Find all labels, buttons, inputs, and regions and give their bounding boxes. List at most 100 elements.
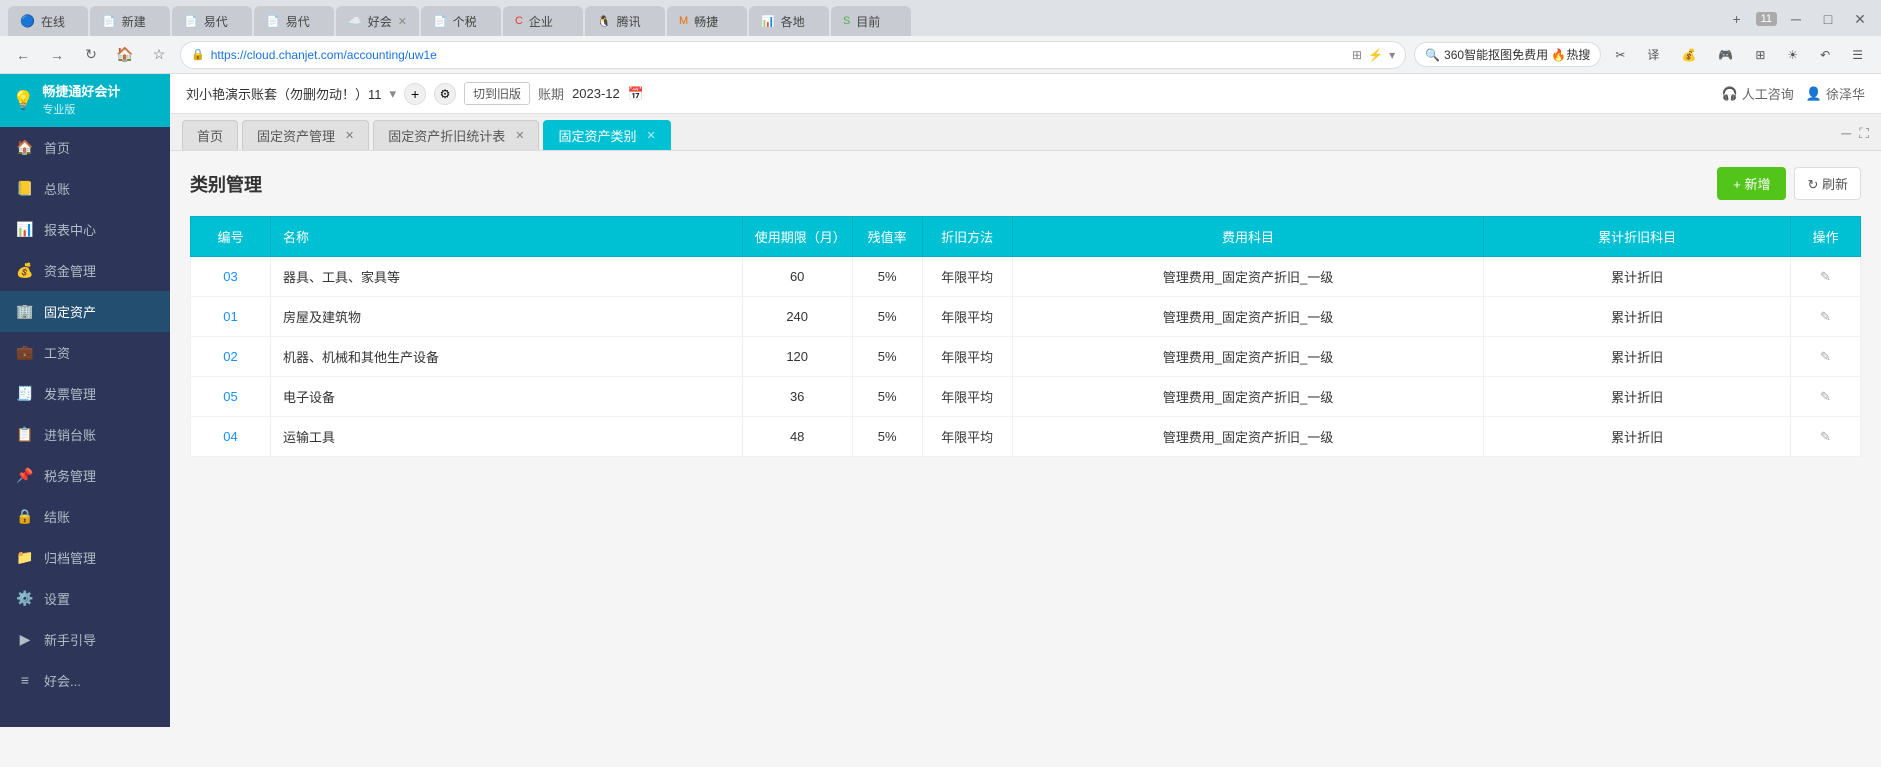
- sidebar-item-guide-label: 新手引导: [44, 630, 96, 649]
- tab-home[interactable]: 首页: [182, 120, 238, 150]
- user-profile-button[interactable]: 👤 徐泽华: [1806, 84, 1865, 103]
- row2-edit-icon[interactable]: ✎: [1820, 309, 1831, 324]
- bookmark-button[interactable]: ☆: [146, 42, 172, 68]
- grid-tool[interactable]: ⊞: [1747, 45, 1773, 65]
- brightness-tool[interactable]: ☀: [1779, 45, 1806, 65]
- close-window-button[interactable]: ✕: [1847, 6, 1873, 32]
- browser-tab-gedi[interactable]: 📊 各地: [749, 6, 829, 36]
- forward-button[interactable]: →: [44, 42, 70, 68]
- row1-edit-icon[interactable]: ✎: [1820, 269, 1831, 284]
- row5-residual: 5%: [852, 417, 922, 457]
- tab-depreciation-stats-close[interactable]: ✕: [515, 129, 524, 142]
- wallet-tool[interactable]: 💰: [1673, 45, 1704, 65]
- address-dropdown-icon[interactable]: ▾: [1389, 48, 1395, 62]
- browser-tab-tencent[interactable]: 🐧 腾讯: [585, 6, 665, 36]
- browser-tab-haohui-close[interactable]: ✕: [398, 15, 407, 28]
- settings-gear-button[interactable]: ⚙: [434, 83, 456, 105]
- tab-fixed-asset-category-close[interactable]: ✕: [647, 129, 656, 142]
- search-box[interactable]: 🔍 360智能抠图免费用 🔥热搜: [1414, 42, 1601, 67]
- row2-expense: 管理费用_固定资产折旧_一级: [1012, 297, 1484, 337]
- sidebar-item-reports[interactable]: 📊 报表中心: [0, 209, 170, 250]
- row3-action[interactable]: ✎: [1791, 337, 1861, 377]
- maximize-panel-button[interactable]: ⛶: [1859, 125, 1869, 142]
- page-title-bar: 类别管理 + 新增 ↻ 刷新: [190, 167, 1861, 200]
- close-books-icon: 🔒: [16, 507, 34, 525]
- sidebar-item-close[interactable]: 🔒 结账: [0, 496, 170, 537]
- browser-toolbar: ← → ↻ 🏠 ☆ 🔒 https://cloud.chanjet.com/ac…: [0, 36, 1881, 74]
- app-header: 刘小艳演示账套（勿删勿动！）11 ▾ + ⚙ 切到旧版 账期 2023-12 📅…: [170, 74, 1881, 114]
- sidebar-item-invoice[interactable]: 🧾 发票管理: [0, 373, 170, 414]
- sidebar-item-archive[interactable]: 📁 归档管理: [0, 537, 170, 578]
- browser-tab-changjie[interactable]: M 畅捷: [667, 6, 747, 36]
- row4-method: 年限平均: [922, 377, 1012, 417]
- home-button[interactable]: 🏠: [112, 42, 138, 68]
- reload-button[interactable]: ↻: [78, 42, 104, 68]
- row1-action[interactable]: ✎: [1791, 257, 1861, 297]
- row2-residual: 5%: [852, 297, 922, 337]
- minimize-button[interactable]: ─: [1783, 6, 1809, 32]
- browser-tab-new[interactable]: 📄 新建: [90, 6, 170, 36]
- row2-action[interactable]: ✎: [1791, 297, 1861, 337]
- refresh-button[interactable]: ↻ 刷新: [1794, 167, 1861, 200]
- row5-action[interactable]: ✎: [1791, 417, 1861, 457]
- browser-tab-online[interactable]: 🔵 在线: [8, 6, 88, 36]
- address-bar[interactable]: 🔒 https://cloud.chanjet.com/accounting/u…: [180, 41, 1406, 69]
- row1-id[interactable]: 03: [191, 257, 271, 297]
- sidebar-item-payroll[interactable]: 💼 工资: [0, 332, 170, 373]
- maximize-button[interactable]: □: [1815, 6, 1841, 32]
- sidebar-item-home[interactable]: 🏠 首页: [0, 127, 170, 168]
- back-button[interactable]: ←: [10, 42, 36, 68]
- tab-fixed-asset-category[interactable]: 固定资产类别 ✕: [543, 120, 670, 150]
- tab-fixed-asset-mgmt-close[interactable]: ✕: [345, 129, 354, 142]
- switch-version-button[interactable]: 切到旧版: [464, 82, 530, 105]
- browser-tab-enterprise[interactable]: C 企业: [503, 6, 583, 36]
- minimize-panel-button[interactable]: ─: [1841, 125, 1851, 142]
- sidebar-item-settings[interactable]: ⚙️ 设置: [0, 578, 170, 619]
- sidebar-item-purchase-sales[interactable]: 📋 进销台账: [0, 414, 170, 455]
- row3-edit-icon[interactable]: ✎: [1820, 349, 1831, 364]
- browser-tab-tax[interactable]: 📄 个税: [421, 6, 501, 36]
- payroll-icon: 💼: [16, 343, 34, 361]
- tab-depreciation-stats[interactable]: 固定资产折旧统计表 ✕: [373, 120, 539, 150]
- menu-tool[interactable]: ☰: [1844, 45, 1871, 65]
- guide-icon: ▶: [16, 630, 34, 648]
- consultant-button[interactable]: 🎧 人工咨询: [1722, 84, 1794, 103]
- game-tool[interactable]: 🎮: [1710, 45, 1741, 65]
- period-value: 2023-12: [572, 86, 620, 101]
- row3-period: 120: [742, 337, 852, 377]
- add-account-button[interactable]: +: [404, 83, 426, 105]
- row5-period: 48: [742, 417, 852, 457]
- tab-fixed-asset-mgmt[interactable]: 固定资产管理 ✕: [242, 120, 369, 150]
- add-button[interactable]: + 新增: [1717, 167, 1786, 200]
- sidebar-item-more[interactable]: ≡ 好会...: [0, 660, 170, 701]
- row4-edit-icon[interactable]: ✎: [1820, 389, 1831, 404]
- row4-id[interactable]: 05: [191, 377, 271, 417]
- row1-period: 60: [742, 257, 852, 297]
- browser-tab-haohui[interactable]: ☁️ 好会 ✕: [336, 6, 419, 36]
- sidebar-item-guide[interactable]: ▶ 新手引导: [0, 619, 170, 660]
- sidebar-item-funds-label: 资金管理: [44, 261, 96, 280]
- calendar-icon[interactable]: 📅: [628, 86, 644, 102]
- invoice-icon: 🧾: [16, 384, 34, 402]
- row2-id[interactable]: 01: [191, 297, 271, 337]
- row4-action[interactable]: ✎: [1791, 377, 1861, 417]
- sidebar-item-ledger[interactable]: 📒 总账: [0, 168, 170, 209]
- sidebar-item-funds[interactable]: 💰 资金管理: [0, 250, 170, 291]
- row3-expense: 管理费用_固定资产折旧_一级: [1012, 337, 1484, 377]
- toolbar-actions: 🔍 360智能抠图免费用 🔥热搜 ✂ 译 💰 🎮 ⊞ ☀ ↶ ☰: [1414, 42, 1871, 67]
- dropdown-arrow[interactable]: ▾: [390, 86, 397, 102]
- sidebar-item-tax[interactable]: 📌 税务管理: [0, 455, 170, 496]
- home-icon: 🏠: [16, 138, 34, 156]
- sidebar-item-fixed-assets[interactable]: 🏢 固定资产: [0, 291, 170, 332]
- history-tool[interactable]: ↶: [1812, 45, 1838, 65]
- row5-id[interactable]: 04: [191, 417, 271, 457]
- browser-tab-yida1[interactable]: 📄 易代: [172, 6, 252, 36]
- scissors-tool[interactable]: ✂: [1607, 45, 1633, 65]
- row5-edit-icon[interactable]: ✎: [1820, 429, 1831, 444]
- row3-id[interactable]: 02: [191, 337, 271, 377]
- browser-tab-mq[interactable]: S 目前: [831, 6, 911, 36]
- browser-tab-yida2[interactable]: 📄 易代: [254, 6, 334, 36]
- new-tab-button[interactable]: +: [1724, 6, 1750, 32]
- sidebar-item-reports-label: 报表中心: [44, 220, 96, 239]
- translate-tool[interactable]: 译: [1639, 43, 1667, 66]
